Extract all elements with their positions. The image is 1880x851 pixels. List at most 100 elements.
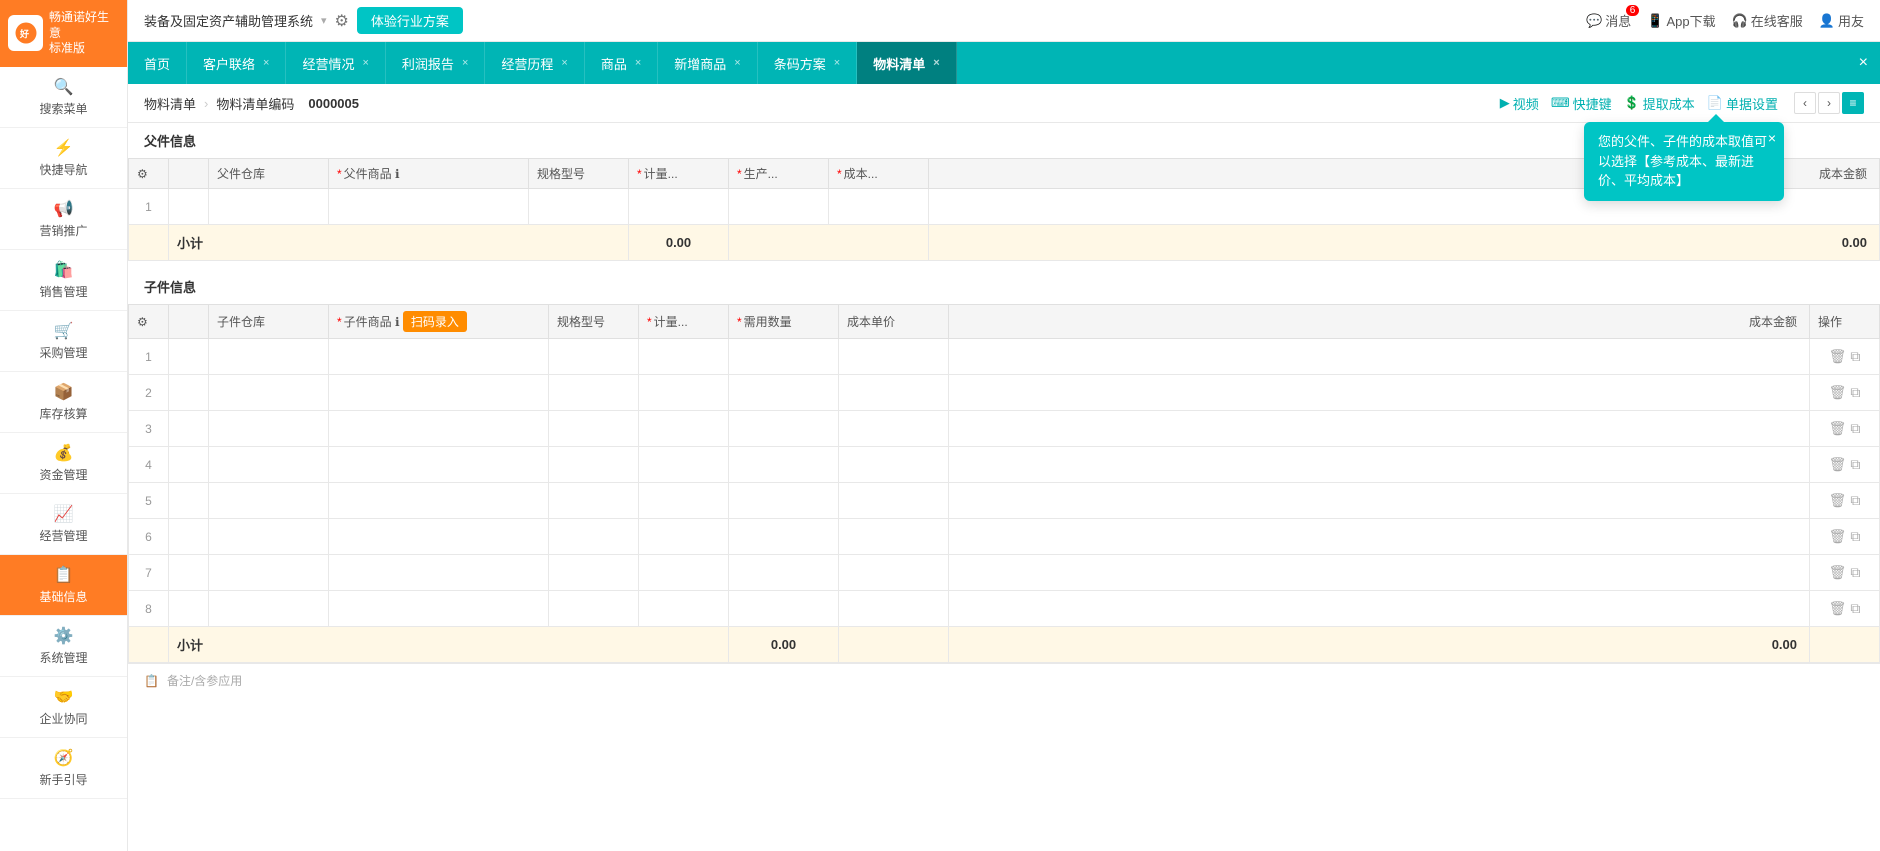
parent-goods-cell[interactable] xyxy=(329,189,529,225)
child-cost-unit-cell[interactable] xyxy=(839,339,949,375)
child-spec-input-3[interactable] xyxy=(549,411,638,446)
user-link[interactable]: 👤 用友 xyxy=(1819,11,1864,30)
child-qty-input-3[interactable] xyxy=(729,411,838,446)
child-unit-input-4[interactable] xyxy=(639,447,728,482)
child-warehouse-cell[interactable] xyxy=(209,555,329,591)
child-unit-cell[interactable] xyxy=(639,519,729,555)
child-warehouse-input-2[interactable] xyxy=(209,375,328,410)
tab-newgoods-close[interactable]: × xyxy=(734,57,740,69)
delete-icon-8[interactable]: 🗑 xyxy=(1829,600,1847,617)
child-warehouse-cell[interactable] xyxy=(209,411,329,447)
child-unit-input-2[interactable] xyxy=(639,375,728,410)
child-qty-input-4[interactable] xyxy=(729,447,838,482)
delete-icon-1[interactable]: 🗑 xyxy=(1829,348,1847,365)
child-spec-cell[interactable] xyxy=(549,375,639,411)
child-spec-input-2[interactable] xyxy=(549,375,638,410)
child-goods-cell[interactable] xyxy=(329,483,549,519)
sidebar-item-operation[interactable]: 📈 经营管理 xyxy=(0,494,127,555)
child-spec-cell[interactable] xyxy=(549,483,639,519)
child-qty-input-2[interactable] xyxy=(729,375,838,410)
child-warehouse-cell[interactable] xyxy=(209,375,329,411)
parent-goods-input[interactable] xyxy=(329,189,528,224)
sidebar-item-sales[interactable]: 🛍️ 销售管理 xyxy=(0,250,127,311)
delete-icon-4[interactable]: 🗑 xyxy=(1829,456,1847,473)
sidebar-item-system[interactable]: ⚙️ 系统管理 xyxy=(0,616,127,677)
doc-settings-btn[interactable]: 📄 单据设置 xyxy=(1707,94,1778,113)
parent-cost-cell[interactable] xyxy=(829,189,929,225)
child-spec-input-4[interactable] xyxy=(549,447,638,482)
tab-bom-close[interactable]: × xyxy=(933,57,939,69)
child-unit-input-1[interactable] xyxy=(639,339,728,374)
trial-button[interactable]: 体验行业方案 xyxy=(357,7,463,34)
tab-newgoods[interactable]: 新增商品 × xyxy=(658,42,757,84)
shortcut-btn[interactable]: ⌨ 快捷键 xyxy=(1551,94,1612,113)
child-unit-cell[interactable] xyxy=(639,339,729,375)
delete-icon-2[interactable]: 🗑 xyxy=(1829,384,1847,401)
child-cost-unit-cell[interactable] xyxy=(839,447,949,483)
child-warehouse-input-6[interactable] xyxy=(209,519,328,554)
child-spec-cell[interactable] xyxy=(549,555,639,591)
delete-icon-7[interactable]: 🗑 xyxy=(1829,564,1847,581)
child-spec-input-7[interactable] xyxy=(549,555,638,590)
child-cost-unit-cell[interactable] xyxy=(839,483,949,519)
tab-history-close[interactable]: × xyxy=(561,57,567,69)
child-unit-input-8[interactable] xyxy=(639,591,728,626)
tab-operations-close[interactable]: × xyxy=(362,57,368,69)
child-costunit-input-3[interactable] xyxy=(839,411,948,446)
sidebar-item-marketing[interactable]: 📢 营销推广 xyxy=(0,189,127,250)
delete-icon-5[interactable]: 🗑 xyxy=(1829,492,1847,509)
child-spec-input-6[interactable] xyxy=(549,519,638,554)
child-qty-input-7[interactable] xyxy=(729,555,838,590)
copy-icon-4[interactable]: ⧉ xyxy=(1850,456,1860,473)
video-btn[interactable]: ▶ 视频 xyxy=(1500,94,1539,113)
child-unit-input-7[interactable] xyxy=(639,555,728,590)
child-unit-cell[interactable] xyxy=(639,555,729,591)
child-spec-input-1[interactable] xyxy=(549,339,638,374)
copy-icon-3[interactable]: ⧉ xyxy=(1850,420,1860,437)
sidebar-item-guide[interactable]: 🧭 新手引导 xyxy=(0,738,127,799)
child-costunit-input-7[interactable] xyxy=(839,555,948,590)
child-unit-cell[interactable] xyxy=(639,483,729,519)
child-goods-input-5[interactable] xyxy=(329,483,548,518)
child-cost-unit-cell[interactable] xyxy=(839,555,949,591)
child-warehouse-input-3[interactable] xyxy=(209,411,328,446)
child-goods-input-1[interactable] xyxy=(329,339,548,374)
child-warehouse-cell[interactable] xyxy=(209,339,329,375)
delete-icon-6[interactable]: 🗑 xyxy=(1829,528,1847,545)
child-cost-unit-cell[interactable] xyxy=(839,519,949,555)
tooltip-close-btn[interactable]: × xyxy=(1768,128,1776,149)
child-goods-cell[interactable] xyxy=(329,339,549,375)
child-warehouse-input-7[interactable] xyxy=(209,555,328,590)
tab-goods[interactable]: 商品 × xyxy=(585,42,658,84)
parent-warehouse-cell[interactable] xyxy=(209,189,329,225)
list-view-btn[interactable]: ≡ xyxy=(1842,92,1864,114)
tab-operations[interactable]: 经营情况 × xyxy=(286,42,385,84)
tab-profit[interactable]: 利润报告 × xyxy=(386,42,485,84)
parent-warehouse-input[interactable] xyxy=(209,189,328,224)
parent-cost-input[interactable] xyxy=(829,189,928,224)
child-warehouse-input-1[interactable] xyxy=(209,339,328,374)
nav-end-close[interactable]: × xyxy=(1847,54,1880,72)
child-unit-input-6[interactable] xyxy=(639,519,728,554)
service-link[interactable]: 🎧 在线客服 xyxy=(1732,11,1803,30)
child-goods-cell[interactable] xyxy=(329,555,549,591)
parent-unit-cell[interactable] xyxy=(629,189,729,225)
child-qty-cell[interactable] xyxy=(729,519,839,555)
sidebar-item-enterprise[interactable]: 🤝 企业协同 xyxy=(0,677,127,738)
child-warehouse-cell[interactable] xyxy=(209,591,329,627)
child-col-settings[interactable]: ⚙ xyxy=(129,305,169,339)
child-spec-cell[interactable] xyxy=(549,447,639,483)
child-goods-cell[interactable] xyxy=(329,411,549,447)
child-qty-input-6[interactable] xyxy=(729,519,838,554)
next-arrow[interactable]: › xyxy=(1818,92,1840,114)
parent-spec-input[interactable] xyxy=(529,189,628,224)
parent-unit-input[interactable] xyxy=(629,189,728,224)
child-unit-cell[interactable] xyxy=(639,591,729,627)
child-qty-cell[interactable] xyxy=(729,555,839,591)
child-warehouse-input-8[interactable] xyxy=(209,591,328,626)
child-goods-cell[interactable] xyxy=(329,591,549,627)
child-goods-input-6[interactable] xyxy=(329,519,548,554)
child-qty-input-5[interactable] xyxy=(729,483,838,518)
child-warehouse-input-4[interactable] xyxy=(209,447,328,482)
breadcrumb-bom[interactable]: 物料清单 xyxy=(144,94,196,113)
